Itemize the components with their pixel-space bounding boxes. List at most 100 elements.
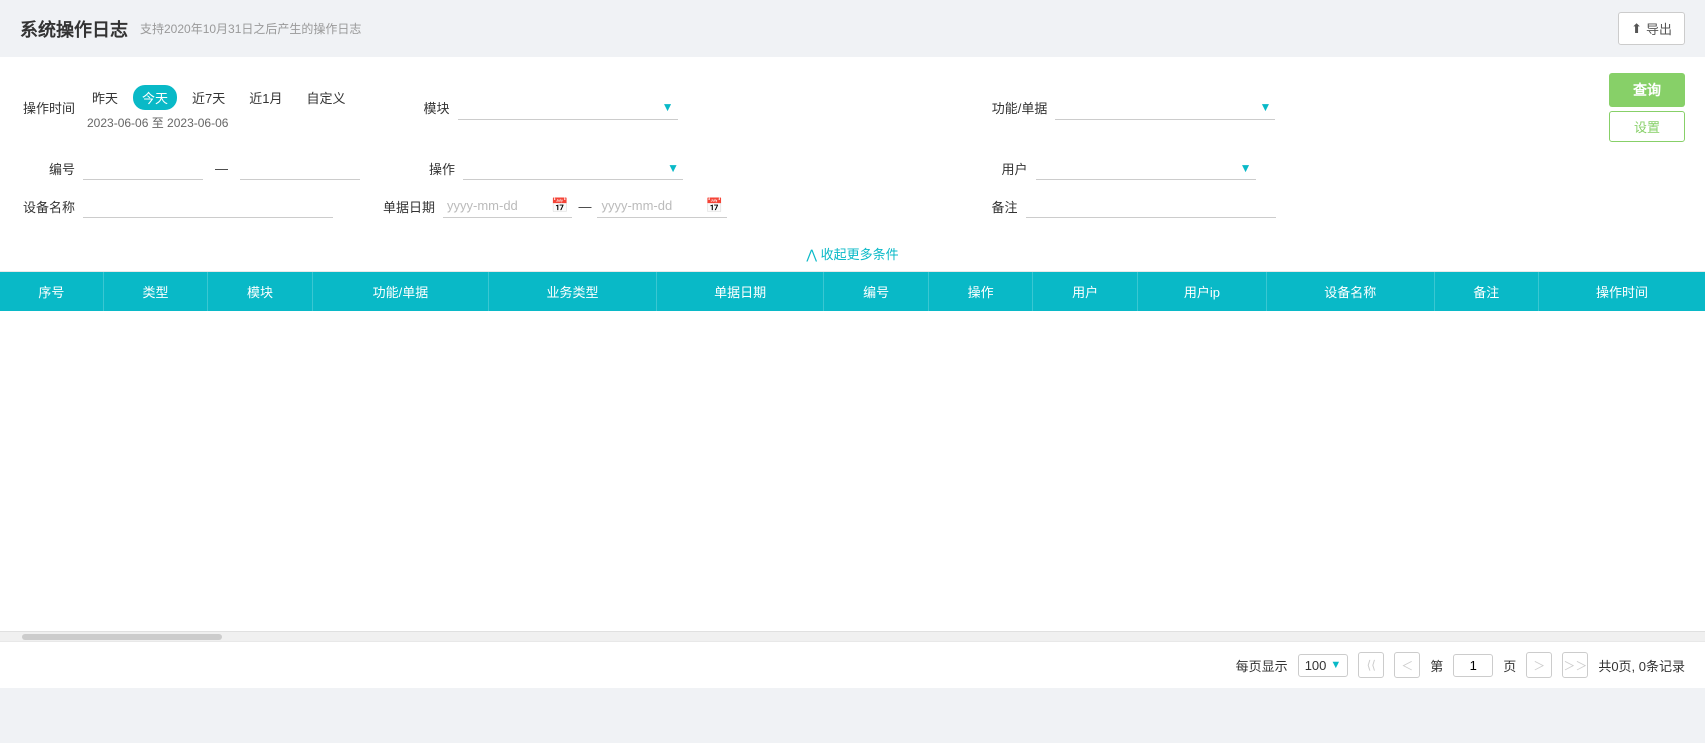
col-voucher-date: 单据日期 [656,272,824,311]
date-from-input[interactable] [447,198,547,213]
col-user-ip: 用户ip [1137,272,1266,311]
number-dash: — [215,161,228,176]
function-select[interactable] [1055,96,1275,119]
remark-input[interactable] [1026,194,1276,218]
device-input[interactable] [83,194,333,218]
time-btn-1month[interactable]: 近1月 [240,85,291,110]
col-op-time: 操作时间 [1539,272,1705,311]
function-label: 功能/单据 [992,98,1048,117]
table-header: 序号 类型 模块 功能/单据 业务类型 单据日期 编号 操作 用户 用户ip 设… [0,272,1705,311]
query-button[interactable]: 查询 [1609,73,1685,107]
date-from-wrapper: 📅 [443,194,572,218]
date-separator: — [578,199,591,214]
table-header-row: 序号 类型 模块 功能/单据 业务类型 单据日期 编号 操作 用户 用户ip 设… [0,272,1705,311]
total-info: 共0页, 0条记录 [1598,656,1685,675]
page-size-chevron-icon: ▼ [1330,659,1341,671]
col-number: 编号 [824,272,928,311]
time-btn-custom[interactable]: 自定义 [298,85,355,110]
last-page-button[interactable]: ＞＞ [1562,652,1588,678]
filter-row-2: 编号 — 操作 ▼ 用户 ▼ [20,156,1685,180]
module-filter: 模块 ▼ [395,96,972,120]
page-size-label: 每页显示 [1236,656,1288,675]
module-chevron-icon: ▼ [662,100,674,114]
scrollbar-thumb[interactable] [22,634,222,640]
settings-button[interactable]: 设置 [1609,111,1685,142]
calendar-to-icon[interactable]: 📅 [705,197,722,214]
export-button[interactable]: ⬆ 导出 [1618,12,1685,45]
remark-filter: 备注 [963,194,1526,218]
time-label: 操作时间 [20,98,75,117]
number-filter: 编号 — [20,156,360,180]
export-label: 导出 [1646,19,1672,38]
user-select[interactable] [1036,156,1256,179]
device-filter: 设备名称 [20,194,340,218]
next-page-button[interactable]: ＞ [1526,652,1552,678]
voucher-date-filter: 单据日期 📅 — 📅 [380,194,943,218]
time-content: 昨天 今天 近7天 近1月 自定义 2023-06-06 至 2023-06-0… [83,85,355,131]
user-select-wrapper: ▼ [1036,156,1256,180]
module-select[interactable] [458,96,678,119]
operation-label: 操作 [400,159,455,178]
operation-select-wrapper: ▼ [463,156,683,180]
page-title: 系统操作日志 [20,16,128,42]
date-range: 📅 — 📅 [443,194,727,218]
action-buttons: 查询 设置 [1609,73,1685,142]
col-operation: 操作 [928,272,1032,311]
number-input-to[interactable] [240,156,360,180]
date-to-input[interactable] [601,198,701,213]
first-page-button[interactable]: ⟨⟨ [1358,652,1384,678]
device-label: 设备名称 [20,197,75,216]
user-label: 用户 [973,159,1028,178]
page-unit-label: 页 [1503,656,1516,675]
pagination-bar: 每页显示 100 ▼ ⟨⟨ ＜ 第 页 ＞ ＞＞ 共0页, 0条记录 [0,641,1705,688]
time-btn-7days[interactable]: 近7天 [183,85,234,110]
time-range-text: 2023-06-06 至 2023-06-06 [87,114,355,131]
module-label: 模块 [395,98,450,117]
date-to-wrapper: 📅 [597,194,726,218]
number-input-from[interactable] [83,156,203,180]
data-table: 序号 类型 模块 功能/单据 业务类型 单据日期 编号 操作 用户 用户ip 设… [0,272,1705,311]
time-buttons: 昨天 今天 近7天 近1月 自定义 [83,85,355,110]
function-chevron-icon: ▼ [1260,100,1272,114]
time-filter-group: 操作时间 昨天 今天 近7天 近1月 自定义 2023-06-06 至 2023… [20,85,355,131]
filter-panel: 操作时间 昨天 今天 近7天 近1月 自定义 2023-06-06 至 2023… [0,57,1705,236]
user-filter: 用户 ▼ [973,156,1526,180]
col-function: 功能/单据 [312,272,488,311]
filter-row-3: 设备名称 单据日期 📅 — 📅 备注 [20,194,1685,218]
remark-label: 备注 [963,197,1018,216]
page-number-input[interactable] [1453,654,1493,677]
user-chevron-icon: ▼ [1240,161,1252,175]
col-remark: 备注 [1434,272,1538,311]
page-subtitle: 支持2020年10月31日之后产生的操作日志 [140,20,361,37]
col-type: 类型 [103,272,207,311]
table-container: 序号 类型 模块 功能/单据 业务类型 单据日期 编号 操作 用户 用户ip 设… [0,272,1705,631]
number-label: 编号 [20,159,75,178]
page-header: 系统操作日志 支持2020年10月31日之后产生的操作日志 ⬆ 导出 [0,0,1705,57]
horizontal-scrollbar[interactable] [0,631,1705,641]
col-module: 模块 [208,272,312,311]
collapse-label: 收起更多条件 [821,247,899,262]
operation-select[interactable] [463,156,683,179]
prev-page-button[interactable]: ＜ [1394,652,1420,678]
voucher-date-label: 单据日期 [380,197,435,216]
filter-row-1: 操作时间 昨天 今天 近7天 近1月 自定义 2023-06-06 至 2023… [20,73,1685,142]
calendar-from-icon[interactable]: 📅 [551,197,568,214]
page-label: 第 [1430,656,1443,675]
page-size-select-wrapper[interactable]: 100 ▼ [1298,654,1349,677]
page-size-value: 100 [1305,658,1327,673]
function-select-wrapper: ▼ [1055,96,1275,120]
col-biz-type: 业务类型 [489,272,657,311]
collapse-icon: ⋀ [806,247,817,262]
time-btn-yesterday[interactable]: 昨天 [83,85,127,110]
collapse-bar[interactable]: ⋀ 收起更多条件 [0,236,1705,272]
operation-chevron-icon: ▼ [667,161,679,175]
function-filter: 功能/单据 ▼ [992,96,1569,120]
export-icon: ⬆ [1631,21,1642,37]
col-user: 用户 [1033,272,1137,311]
title-area: 系统操作日志 支持2020年10月31日之后产生的操作日志 [20,16,361,42]
empty-data-area [0,311,1705,631]
operation-filter: 操作 ▼ [400,156,953,180]
module-select-wrapper: ▼ [458,96,678,120]
time-btn-today[interactable]: 今天 [133,85,177,110]
col-seq: 序号 [0,272,103,311]
